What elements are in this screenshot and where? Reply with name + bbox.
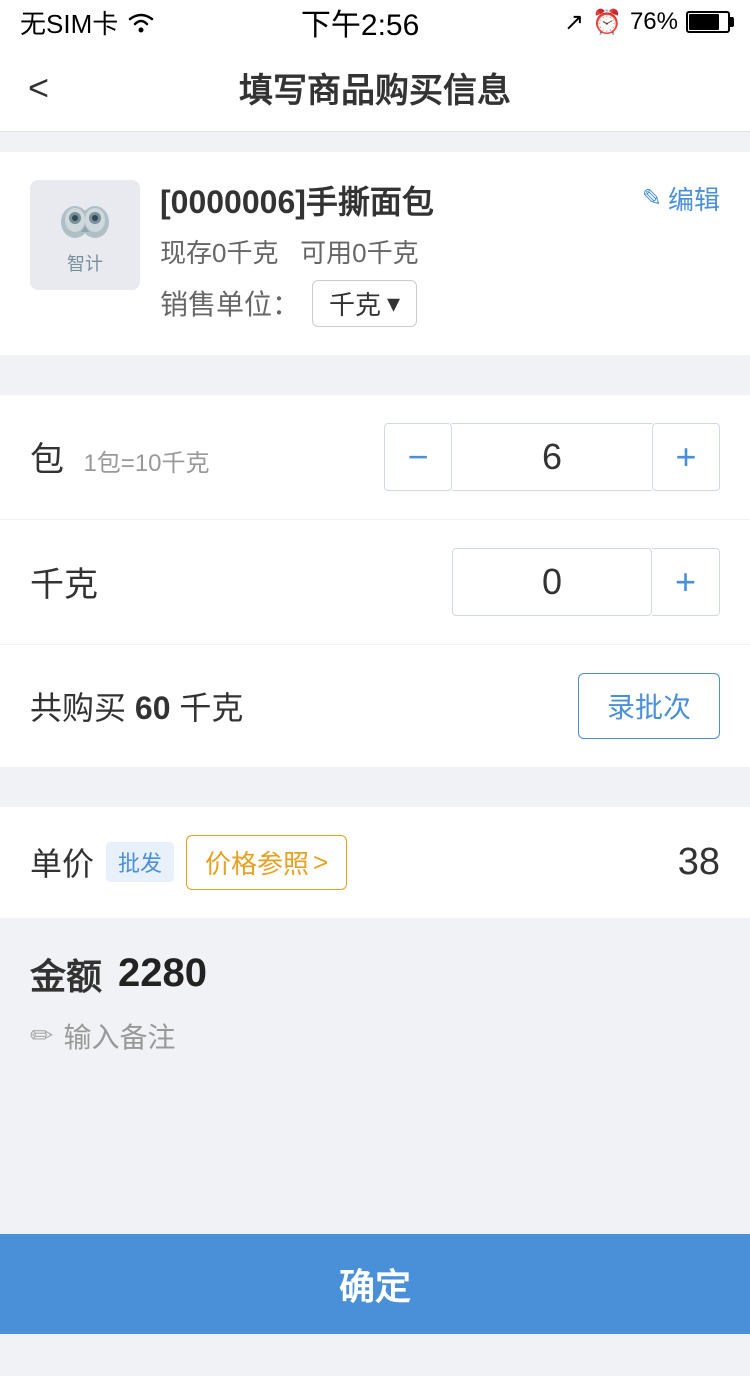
pack-quantity-input[interactable] bbox=[452, 423, 652, 491]
price-value: 38 bbox=[678, 841, 720, 884]
price-section: 单价 批发 价格参照 > 38 bbox=[0, 807, 750, 918]
price-tag: 批发 bbox=[106, 842, 174, 882]
amount-row: 金额 2280 bbox=[30, 948, 720, 1000]
location-icon: ↗ bbox=[564, 8, 584, 37]
pencil-icon: ✏ bbox=[30, 1019, 53, 1052]
status-carrier: 无SIM卡 bbox=[20, 4, 156, 41]
amount-label: 金额 bbox=[30, 948, 102, 1000]
page-title: 填写商品购买信息 bbox=[239, 63, 511, 112]
pack-label: 包 1包=10千克 bbox=[30, 432, 384, 481]
product-unit-row: 销售单位： 千克 ▾ bbox=[160, 280, 720, 327]
amount-section: 金额 2280 ✏ 输入备注 bbox=[0, 918, 750, 1076]
kg-quantity-control: + bbox=[452, 548, 720, 616]
pack-quantity-row: 包 1包=10千克 − + bbox=[0, 395, 750, 520]
product-card: 智计 [0000006]手撕面包 ✎ 编辑 现存0千克 可用0千克 销售单位： … bbox=[0, 152, 750, 355]
remark-row[interactable]: ✏ 输入备注 bbox=[30, 1016, 720, 1056]
quantity-section: 包 1包=10千克 − + 千克 + 共购买 60 千克 录批次 bbox=[0, 395, 750, 767]
summary-text: 共购买 60 千克 bbox=[30, 683, 243, 729]
status-bar: 无SIM卡 下午2:56 ↗ ⏰ 76% bbox=[0, 0, 750, 44]
kg-quantity-input[interactable] bbox=[452, 548, 652, 616]
nav-bar: < 填写商品购买信息 bbox=[0, 44, 750, 132]
pack-sub-label: 1包=10千克 bbox=[83, 450, 209, 477]
divider-top bbox=[0, 132, 750, 152]
kg-quantity-row: 千克 + bbox=[0, 520, 750, 644]
unit-select[interactable]: 千克 ▾ bbox=[312, 280, 417, 327]
battery-icon bbox=[686, 11, 730, 33]
batch-button[interactable]: 录批次 bbox=[578, 673, 720, 739]
dropdown-arrow-icon: ▾ bbox=[387, 288, 400, 319]
kg-label: 千克 bbox=[30, 557, 452, 606]
product-logo-icon bbox=[53, 194, 117, 246]
pack-plus-button[interactable]: + bbox=[652, 423, 720, 491]
product-name: [0000006]手撕面包 bbox=[160, 180, 434, 225]
wifi-icon bbox=[126, 11, 156, 33]
divider-mid bbox=[0, 355, 750, 375]
pack-quantity-control: − + bbox=[384, 423, 720, 491]
product-thumb-label: 智计 bbox=[67, 250, 103, 276]
battery-percent: 76% bbox=[630, 8, 678, 36]
alarm-icon: ⏰ bbox=[592, 8, 622, 37]
summary-row: 共购买 60 千克 录批次 bbox=[0, 644, 750, 767]
product-stock: 现存0千克 可用0千克 bbox=[160, 233, 720, 270]
status-right: ↗ ⏰ 76% bbox=[564, 8, 730, 37]
price-ref-arrow-icon: > bbox=[313, 847, 328, 878]
carrier-text: 无SIM卡 bbox=[20, 4, 118, 41]
edit-icon: ✎ bbox=[642, 184, 662, 213]
back-button[interactable]: < bbox=[28, 67, 49, 109]
product-thumbnail: 智计 bbox=[30, 180, 140, 290]
amount-value: 2280 bbox=[118, 951, 207, 996]
price-label-group: 单价 批发 价格参照 > bbox=[30, 835, 347, 890]
pack-minus-button[interactable]: − bbox=[384, 423, 452, 491]
product-info: [0000006]手撕面包 ✎ 编辑 现存0千克 可用0千克 销售单位： 千克 … bbox=[160, 180, 720, 327]
price-ref-button[interactable]: 价格参照 > bbox=[186, 835, 347, 890]
confirm-button[interactable]: 确定 bbox=[0, 1234, 750, 1334]
price-row: 单价 批发 价格参照 > 38 bbox=[30, 835, 720, 890]
price-label: 单价 bbox=[30, 839, 94, 885]
kg-plus-button[interactable]: + bbox=[652, 548, 720, 616]
edit-button[interactable]: ✎ 编辑 bbox=[642, 180, 720, 217]
remark-label: 输入备注 bbox=[63, 1016, 175, 1056]
status-time: 下午2:56 bbox=[301, 0, 419, 44]
divider-price bbox=[0, 767, 750, 787]
summary-amount: 60 bbox=[135, 690, 171, 726]
